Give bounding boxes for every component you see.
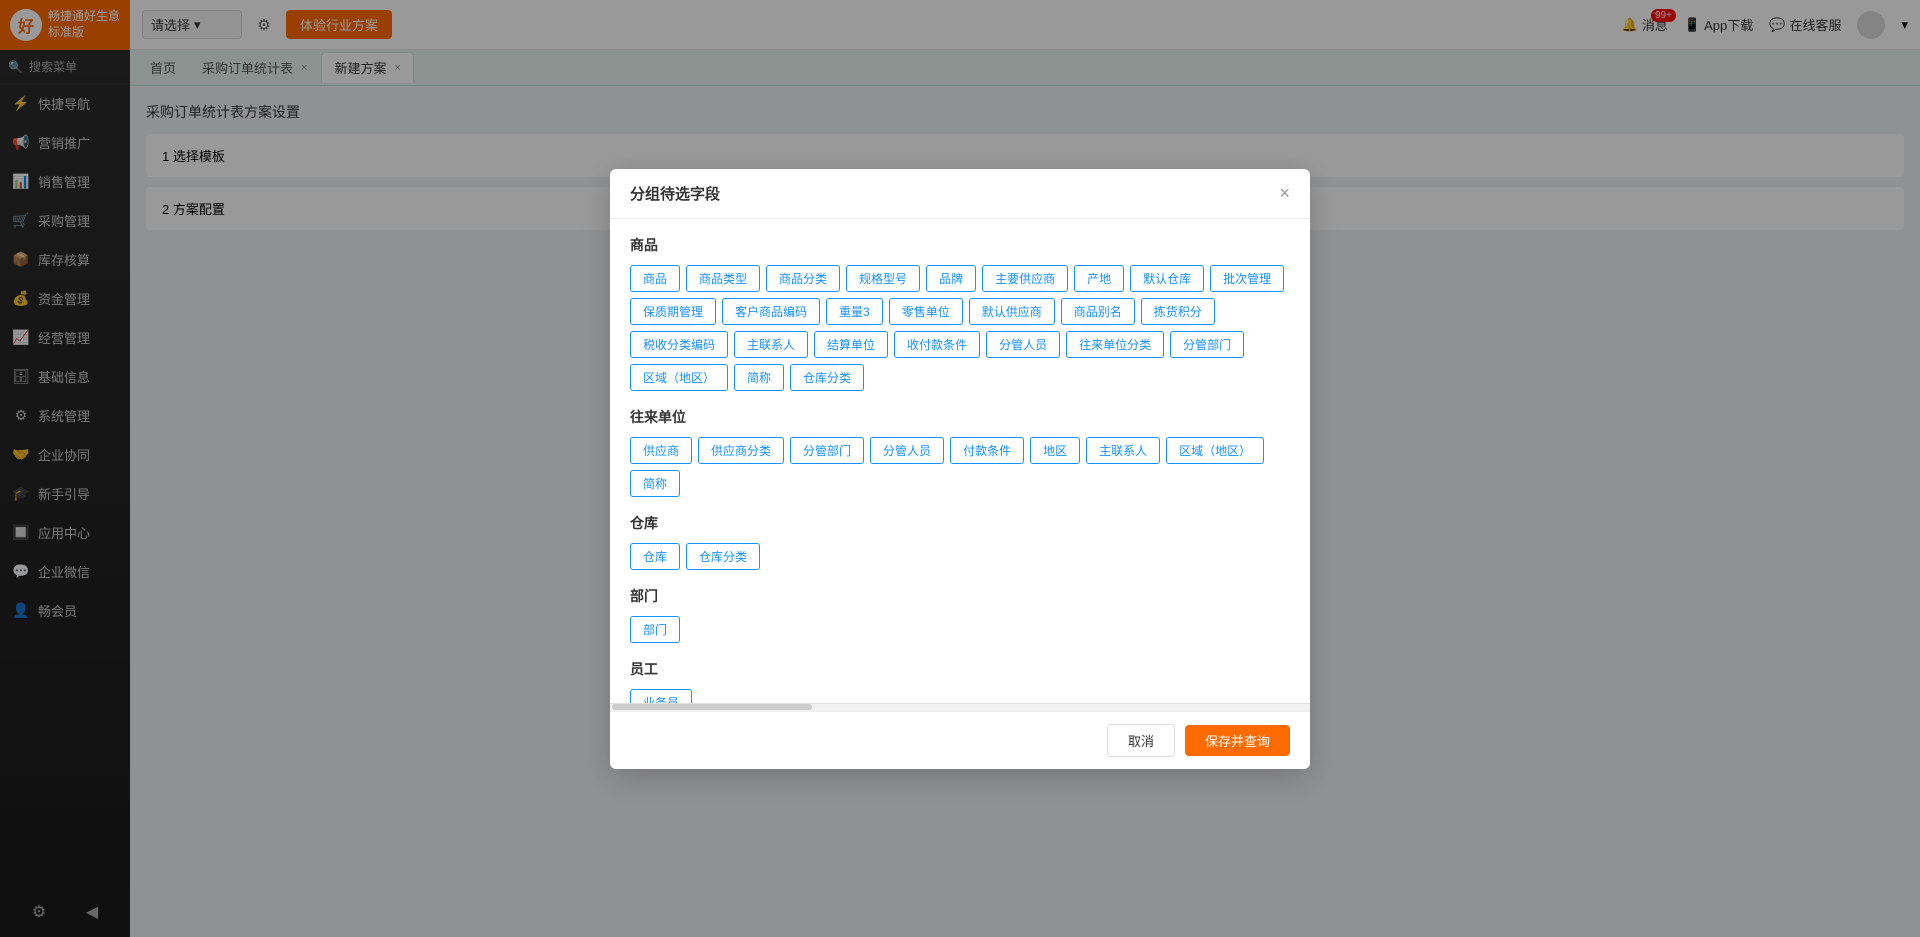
modal-header: 分组待选字段 × [610,169,1310,219]
field-tag[interactable]: 地区 [1030,437,1080,464]
section-title-employee: 员工 [630,659,1290,679]
modal-body[interactable]: 商品商品商品类型商品分类规格型号品牌主要供应商产地默认仓库批次管理保质期管理客户… [610,219,1310,703]
field-tag[interactable]: 批次管理 [1210,265,1284,292]
field-tag[interactable]: 分管人员 [870,437,944,464]
field-tag[interactable]: 主联系人 [734,331,808,358]
cancel-button[interactable]: 取消 [1107,724,1175,757]
field-tag[interactable]: 保质期管理 [630,298,716,325]
section-partner: 往来单位供应商供应商分类分管部门分管人员付款条件地区主联系人区域（地区） 简称 [630,407,1290,497]
field-tag[interactable]: 区域（地区） [630,364,728,391]
section-warehouse: 仓库仓库仓库分类 [630,513,1290,570]
field-grid-product: 商品商品类型商品分类规格型号品牌主要供应商产地默认仓库批次管理保质期管理客户商品… [630,265,1290,391]
modal-title: 分组待选字段 [630,183,720,204]
field-tag[interactable]: 商品别名 [1061,298,1135,325]
field-tag[interactable]: 仓库分类 [790,364,864,391]
field-tag[interactable]: 商品 [630,265,680,292]
modal-footer: 取消 保存并查询 [610,711,1310,769]
field-tag[interactable]: 拣货积分 [1141,298,1215,325]
field-tag[interactable]: 供应商 [630,437,692,464]
field-tag[interactable]: 税收分类编码 [630,331,728,358]
field-tag[interactable]: 产地 [1074,265,1124,292]
confirm-button[interactable]: 保存并查询 [1185,725,1290,756]
modal-close-button[interactable]: × [1279,183,1290,204]
field-tag[interactable]: 规格型号 [846,265,920,292]
field-tag[interactable]: 主联系人 [1086,437,1160,464]
field-grid-department: 部门 [630,616,1290,643]
field-tag[interactable]: 结算单位 [814,331,888,358]
section-title-department: 部门 [630,586,1290,606]
hscroll-thumb [612,704,812,710]
field-tag[interactable]: 付款条件 [950,437,1024,464]
field-tag[interactable]: 零售单位 [889,298,963,325]
field-tag[interactable]: 默认仓库 [1130,265,1204,292]
field-tag[interactable]: 重量3 [826,298,883,325]
field-tag[interactable]: 主要供应商 [982,265,1068,292]
field-tag[interactable]: 区域（地区） [1166,437,1264,464]
field-tag[interactable]: 往来单位分类 [1066,331,1164,358]
field-grid-employee: 业务员 [630,689,1290,703]
field-tag[interactable]: 分管部门 [790,437,864,464]
field-tag[interactable]: 分管部门 [1170,331,1244,358]
section-employee: 员工业务员 [630,659,1290,703]
field-tag[interactable]: 供应商分类 [698,437,784,464]
section-title-partner: 往来单位 [630,407,1290,427]
modal-overlay: 分组待选字段 × 商品商品商品类型商品分类规格型号品牌主要供应商产地默认仓库批次… [0,0,1920,937]
modal-hscroll[interactable] [610,703,1310,711]
field-tag[interactable]: 默认供应商 [969,298,1055,325]
field-tag[interactable]: 简称 [630,470,680,497]
field-grid-partner: 供应商供应商分类分管部门分管人员付款条件地区主联系人区域（地区） 简称 [630,437,1290,497]
section-product: 商品商品商品类型商品分类规格型号品牌主要供应商产地默认仓库批次管理保质期管理客户… [630,235,1290,391]
field-tag[interactable]: 仓库 [630,543,680,570]
field-tag[interactable]: 商品分类 [766,265,840,292]
field-tag[interactable]: 收付款条件 [894,331,980,358]
modal: 分组待选字段 × 商品商品商品类型商品分类规格型号品牌主要供应商产地默认仓库批次… [610,169,1310,769]
field-tag[interactable]: 商品类型 [686,265,760,292]
field-tag[interactable]: 简称 [734,364,784,391]
field-tag[interactable]: 客户商品编码 [722,298,820,325]
section-title-product: 商品 [630,235,1290,255]
section-department: 部门部门 [630,586,1290,643]
field-tag[interactable]: 业务员 [630,689,692,703]
field-tag[interactable]: 分管人员 [986,331,1060,358]
field-grid-warehouse: 仓库仓库分类 [630,543,1290,570]
field-tag[interactable]: 品牌 [926,265,976,292]
field-tag[interactable]: 部门 [630,616,680,643]
field-tag[interactable]: 仓库分类 [686,543,760,570]
section-title-warehouse: 仓库 [630,513,1290,533]
